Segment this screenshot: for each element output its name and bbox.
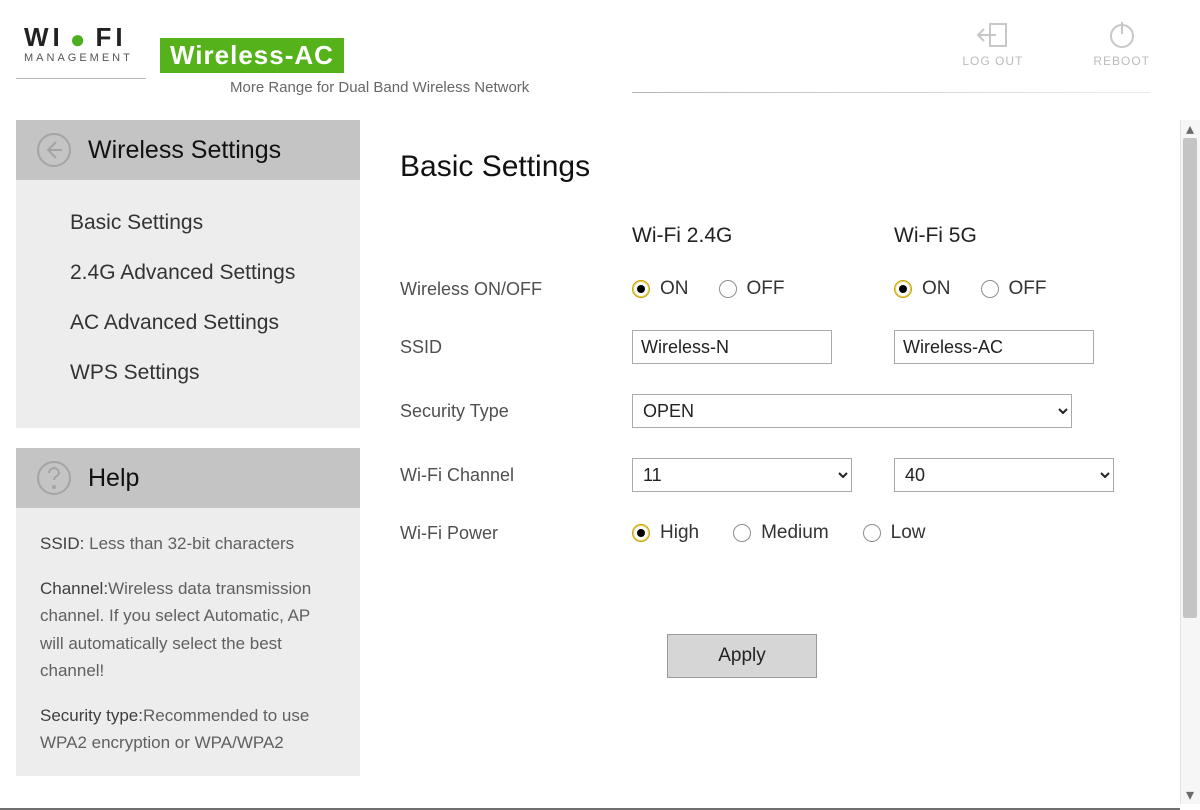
brand-underline — [16, 78, 146, 79]
sidebar-item-24g-advanced[interactable]: 2.4G Advanced Settings — [70, 248, 360, 298]
main-panel: Basic Settings Wi-Fi 2.4G Wi-Fi 5G Wirel… — [360, 120, 1200, 808]
reboot-button[interactable]: REBOOT — [1093, 20, 1150, 68]
brand-tagline: More Range for Dual Band Wireless Networ… — [230, 79, 529, 96]
brand-logo: WI●FI MANAGEMENT — [24, 22, 133, 64]
help-icon — [36, 460, 72, 496]
scrollbar[interactable]: ▴ ▾ — [1180, 120, 1200, 804]
logout-label: LOG OUT — [962, 54, 1023, 68]
page-title: Basic Settings — [400, 150, 1144, 184]
back-arrow-icon — [36, 132, 72, 168]
ssid-24g-input[interactable] — [632, 330, 832, 364]
label-channel: Wi-Fi Channel — [400, 465, 620, 486]
logout-button[interactable]: LOG OUT — [962, 20, 1023, 68]
brand-chip-block: Wireless-AC More Range for Dual Band Wir… — [160, 38, 529, 96]
col-header-24g: Wi-Fi 2.4G — [632, 224, 882, 248]
radio-24g-on[interactable]: ON — [632, 278, 689, 300]
label-ssid: SSID — [400, 337, 620, 358]
radio-24g-off[interactable]: OFF — [719, 278, 785, 300]
help-body: SSID: Less than 32-bit characters Channe… — [16, 508, 360, 776]
logout-icon — [976, 20, 1010, 50]
sidebar-item-ac-advanced[interactable]: AC Advanced Settings — [70, 298, 360, 348]
scroll-up-icon[interactable]: ▴ — [1181, 120, 1199, 138]
channel-24g-select[interactable]: 11 — [632, 458, 852, 492]
radio-power-low[interactable]: Low — [863, 522, 926, 544]
sidebar-title: Wireless Settings — [88, 136, 281, 165]
radio-power-high[interactable]: High — [632, 522, 699, 544]
sidebar: Wireless Settings Basic Settings 2.4G Ad… — [16, 120, 360, 808]
brand-line2: MANAGEMENT — [24, 52, 133, 64]
sidebar-item-basic[interactable]: Basic Settings — [70, 198, 360, 248]
apply-button[interactable]: Apply — [667, 634, 817, 678]
label-wireless-onoff: Wireless ON/OFF — [400, 279, 620, 300]
brand-line1: WI●FI — [24, 22, 133, 55]
scroll-down-icon[interactable]: ▾ — [1181, 786, 1199, 804]
radio-power-medium[interactable]: Medium — [733, 522, 829, 544]
sidebar-item-wps[interactable]: WPS Settings — [70, 348, 360, 398]
sidebar-header-help[interactable]: Help — [16, 448, 360, 508]
radio-5g-off[interactable]: OFF — [981, 278, 1047, 300]
power-icon — [1107, 20, 1137, 50]
sidebar-header-wireless[interactable]: Wireless Settings — [16, 120, 360, 180]
security-select[interactable]: OPEN — [632, 394, 1072, 428]
scroll-thumb[interactable] — [1183, 138, 1197, 618]
header: WI●FI MANAGEMENT Wireless-AC More Range … — [0, 0, 1200, 110]
channel-5g-select[interactable]: 40 — [894, 458, 1114, 492]
header-divider — [632, 92, 1150, 93]
ssid-5g-input[interactable] — [894, 330, 1094, 364]
brand-chip: Wireless-AC — [160, 38, 344, 73]
help-title: Help — [88, 464, 139, 493]
col-header-5g: Wi-Fi 5G — [894, 224, 1144, 248]
reboot-label: REBOOT — [1093, 54, 1150, 68]
label-power: Wi-Fi Power — [400, 523, 620, 544]
label-security: Security Type — [400, 401, 620, 422]
radio-5g-on[interactable]: ON — [894, 278, 951, 300]
